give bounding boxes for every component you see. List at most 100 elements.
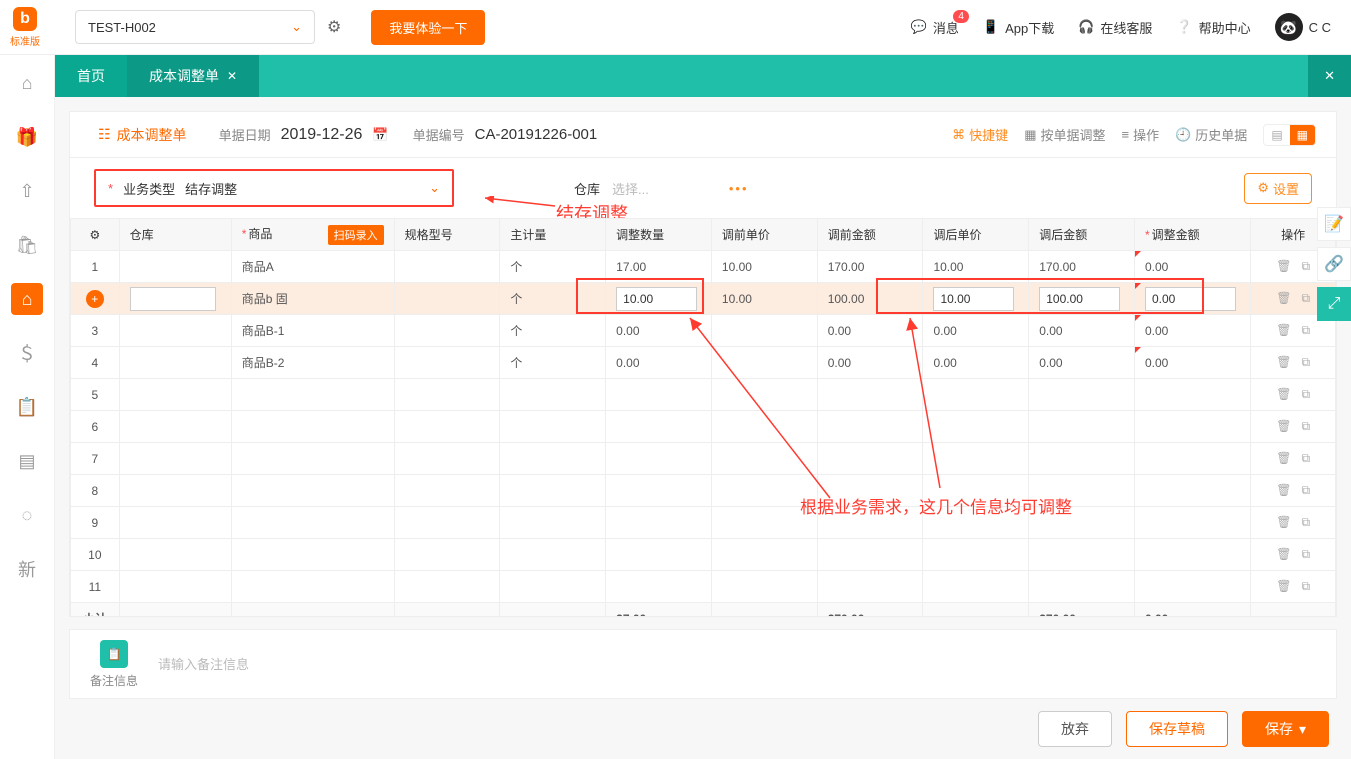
customer-service-button[interactable]: 🎧 在线客服 [1078, 18, 1152, 37]
cell-product[interactable] [231, 507, 394, 539]
hotkey-button[interactable]: ⌘ 快捷键 [952, 125, 1008, 144]
messages-button[interactable]: 💬 消息 4 [911, 18, 959, 37]
table-row[interactable]: 1商品A个17.0010.00170.0010.00170.000.00🗑⧉ [71, 251, 1336, 283]
help-center-button[interactable]: ❔ 帮助中心 [1176, 18, 1250, 37]
table-row[interactable]: +商品b 固个10.00100.00🗑⧉ [71, 283, 1336, 315]
cell-spec[interactable] [394, 251, 500, 283]
nav-cycle-icon[interactable]: ◌ [11, 499, 43, 531]
delete-icon[interactable]: 🗑 [1276, 323, 1291, 338]
copy-icon[interactable]: ⧉ [1301, 259, 1310, 274]
cell-spec[interactable] [394, 315, 500, 347]
copy-icon[interactable]: ⧉ [1301, 355, 1310, 370]
app-download-button[interactable]: 📱 App下载 [983, 18, 1054, 37]
cell-post-amt[interactable] [1029, 539, 1135, 571]
cell-spec[interactable] [394, 443, 500, 475]
post-price-input[interactable] [933, 287, 1014, 311]
delete-icon[interactable]: 🗑 [1276, 291, 1291, 306]
cell-adj-amt[interactable] [1134, 475, 1250, 507]
cell-post-price[interactable] [923, 571, 1029, 603]
table-row[interactable]: 9🗑⧉ [71, 507, 1336, 539]
add-row-icon[interactable]: + [86, 290, 104, 308]
cell-adj-amt[interactable] [1134, 539, 1250, 571]
copy-icon[interactable]: ⧉ [1301, 483, 1310, 498]
table-row[interactable]: 11🗑⧉ [71, 571, 1336, 603]
cell-warehouse[interactable] [119, 443, 231, 475]
cell-qty[interactable]: 17.00 [606, 251, 712, 283]
cell-warehouse[interactable] [119, 283, 231, 315]
table-row[interactable]: 4商品B-2个0.000.000.000.000.00🗑⧉ [71, 347, 1336, 379]
cell-post-price[interactable] [923, 539, 1029, 571]
tenant-select[interactable]: TEST-H002 ⌄ [75, 10, 315, 44]
cell-post-price[interactable]: 10.00 [923, 251, 1029, 283]
table-row[interactable]: 3商品B-1个0.000.000.000.000.00🗑⧉ [71, 315, 1336, 347]
cell-warehouse[interactable] [119, 475, 231, 507]
copy-icon[interactable]: ⧉ [1301, 291, 1310, 306]
business-type-select[interactable]: * 业务类型 结存调整 ⌄ [94, 169, 454, 207]
cell-adj-amt[interactable] [1134, 283, 1250, 315]
doc-title-tab[interactable]: ☷ 成本调整单 [90, 125, 195, 145]
cell-warehouse[interactable] [119, 347, 231, 379]
settings-button[interactable]: ⚙ 设置 [1244, 173, 1312, 204]
delete-icon[interactable]: 🗑 [1276, 547, 1291, 562]
view-toggle[interactable]: ▤ ▦ [1263, 124, 1316, 146]
qty-input[interactable] [616, 287, 697, 311]
copy-icon[interactable]: ⧉ [1301, 515, 1310, 530]
cell-warehouse[interactable] [119, 571, 231, 603]
cell-qty[interactable]: 0.00 [606, 347, 712, 379]
cell-post-price[interactable] [923, 443, 1029, 475]
cell-post-amt[interactable]: 0.00 [1029, 315, 1135, 347]
post-amt-input[interactable] [1039, 287, 1120, 311]
date-value[interactable]: 2019-12-26 [281, 126, 363, 144]
cell-product[interactable] [231, 539, 394, 571]
cell-qty[interactable] [606, 379, 712, 411]
user-menu[interactable]: 🐼 C C [1275, 13, 1331, 41]
cell-post-amt[interactable] [1029, 283, 1135, 315]
cell-warehouse[interactable] [119, 539, 231, 571]
save-button[interactable]: 保存 ▾ [1242, 711, 1329, 747]
warehouse-select[interactable]: 仓库 选择... [574, 179, 649, 198]
nav-clipboard-icon[interactable]: 📋 [11, 391, 43, 423]
delete-icon[interactable]: 🗑 [1276, 355, 1291, 370]
nav-home-icon[interactable]: ⌂ [11, 67, 43, 99]
copy-icon[interactable]: ⧉ [1301, 419, 1310, 434]
nav-house-up-icon[interactable]: ⇧ [11, 175, 43, 207]
cell-spec[interactable] [394, 571, 500, 603]
cell-product[interactable] [231, 571, 394, 603]
cell-post-price[interactable] [923, 379, 1029, 411]
cell-product[interactable]: 商品B-1 [231, 315, 394, 347]
rail-link-icon[interactable]: 🔗 [1317, 247, 1351, 281]
cell-post-price[interactable]: 0.00 [923, 315, 1029, 347]
cell-qty[interactable] [606, 443, 712, 475]
delete-icon[interactable]: 🗑 [1276, 387, 1291, 402]
cell-warehouse[interactable] [119, 507, 231, 539]
close-icon[interactable]: ✕ [227, 69, 237, 83]
table-row[interactable]: 8🗑⧉ [71, 475, 1336, 507]
col-gear[interactable]: ⚙ [71, 219, 120, 251]
warehouse-input[interactable] [130, 287, 217, 311]
cell-post-price[interactable] [923, 283, 1029, 315]
cell-spec[interactable] [394, 379, 500, 411]
cell-product[interactable] [231, 411, 394, 443]
cell-qty[interactable] [606, 539, 712, 571]
cell-product[interactable] [231, 379, 394, 411]
cell-spec[interactable] [394, 283, 500, 315]
by-bill-button[interactable]: ▦ 按单据调整 [1024, 125, 1105, 144]
cell-post-price[interactable] [923, 411, 1029, 443]
rail-note-icon[interactable]: 📝 [1317, 207, 1351, 241]
cell-post-amt[interactable] [1029, 571, 1135, 603]
nav-report-icon[interactable]: ▤ [11, 445, 43, 477]
cell-warehouse[interactable] [119, 379, 231, 411]
cell-product[interactable] [231, 443, 394, 475]
cell-post-amt[interactable] [1029, 443, 1135, 475]
ops-menu[interactable]: ≡ 操作 [1122, 125, 1160, 144]
table-row[interactable]: 7🗑⧉ [71, 443, 1336, 475]
cell-adj-amt[interactable] [1134, 379, 1250, 411]
cell-post-amt[interactable] [1029, 411, 1135, 443]
nav-bag-icon[interactable]: 🛍 [11, 229, 43, 261]
adj-amt-input[interactable] [1145, 287, 1236, 311]
cell-adj-amt[interactable] [1134, 443, 1250, 475]
delete-icon[interactable]: 🗑 [1276, 515, 1291, 530]
calendar-icon[interactable]: 📅 [372, 127, 388, 143]
cell-adj-amt[interactable] [1134, 411, 1250, 443]
cell-adj-amt[interactable]: 0.00 [1134, 347, 1250, 379]
